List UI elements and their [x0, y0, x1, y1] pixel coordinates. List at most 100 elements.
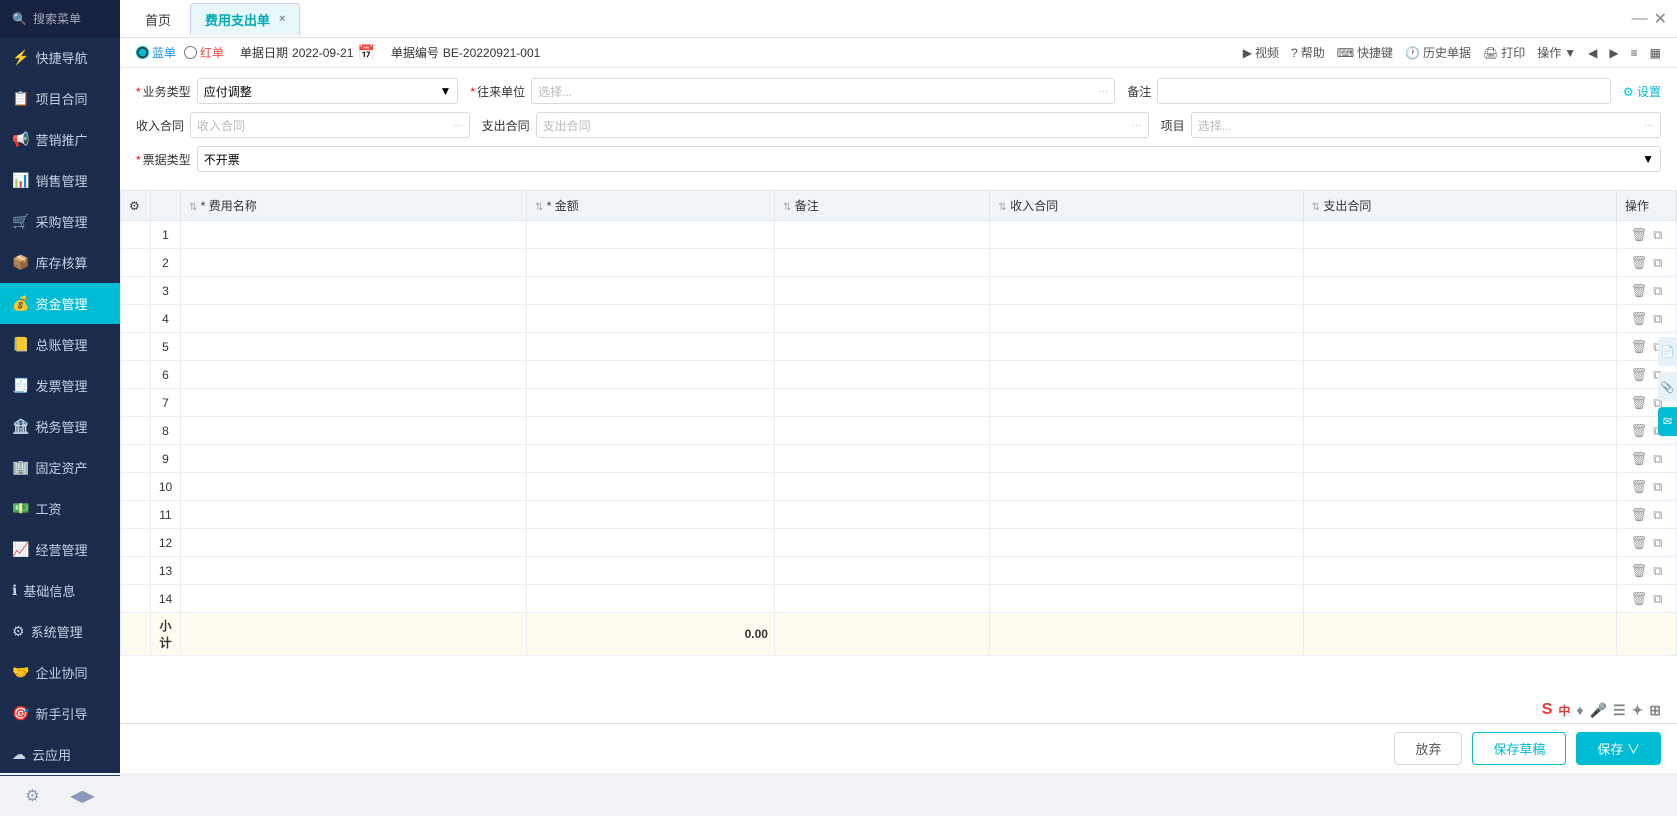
row-expense-contract[interactable]	[1303, 249, 1616, 277]
row-note[interactable]	[774, 277, 989, 305]
copy-icon[interactable]: ⧉	[1653, 535, 1662, 551]
row-amount[interactable]	[526, 389, 774, 417]
copy-icon[interactable]: ⧉	[1653, 311, 1662, 327]
row-expense-name[interactable]	[181, 221, 527, 249]
row-expense-contract[interactable]	[1303, 277, 1616, 305]
expense-sort-icon[interactable]: ⇅	[1312, 202, 1320, 213]
delete-icon[interactable]: 🗑	[1631, 479, 1648, 495]
copy-icon[interactable]: ⧉	[1653, 451, 1662, 467]
row-expense-name[interactable]	[181, 445, 527, 473]
row-expense-contract[interactable]	[1303, 473, 1616, 501]
grid-view-icon[interactable]: ▦	[1650, 46, 1661, 60]
right-tab-1[interactable]: 📄	[1658, 337, 1677, 366]
row-income-contract[interactable]	[990, 305, 1303, 333]
delete-icon[interactable]: 🗑	[1631, 255, 1648, 271]
row-note[interactable]	[774, 361, 989, 389]
delete-icon[interactable]: 🗑	[1631, 591, 1648, 607]
amount-sort-icon[interactable]: ⇅	[535, 202, 543, 213]
row-income-contract[interactable]	[990, 277, 1303, 305]
row-note[interactable]	[774, 305, 989, 333]
row-amount[interactable]	[526, 529, 774, 557]
operate-btn[interactable]: 操作 ▼	[1537, 44, 1576, 61]
delete-icon[interactable]: 🗑	[1631, 395, 1648, 411]
row-note[interactable]	[774, 501, 989, 529]
partner-select[interactable]: 选择... ···	[531, 78, 1115, 104]
sidebar-item-system[interactable]: ⚙ 系统管理	[0, 611, 120, 652]
right-tab-2[interactable]: 📎	[1658, 372, 1677, 401]
row-income-contract[interactable]	[990, 333, 1303, 361]
row-expense-contract[interactable]	[1303, 445, 1616, 473]
row-income-contract[interactable]	[990, 501, 1303, 529]
sidebar-item-fixed-assets[interactable]: 🏢 固定资产	[0, 447, 120, 488]
sidebar-item-tax[interactable]: 🏦 税务管理	[0, 406, 120, 447]
window-close-icon[interactable]: ✕	[1654, 9, 1667, 29]
row-expense-name[interactable]	[181, 333, 527, 361]
discard-button[interactable]: 放弃	[1394, 732, 1462, 765]
row-expense-contract[interactable]	[1303, 557, 1616, 585]
sidebar-item-cloud[interactable]: ☁ 云应用	[0, 734, 120, 775]
row-expense-name[interactable]	[181, 473, 527, 501]
row-amount[interactable]	[526, 501, 774, 529]
row-note[interactable]	[774, 445, 989, 473]
row-amount[interactable]	[526, 445, 774, 473]
copy-icon[interactable]: ⧉	[1653, 507, 1662, 523]
copy-icon[interactable]: ⧉	[1653, 227, 1662, 243]
sidebar-item-ledger[interactable]: 📒 总账管理	[0, 324, 120, 365]
row-amount[interactable]	[526, 557, 774, 585]
sidebar-item-enterprise[interactable]: 🤝 企业协同	[0, 652, 120, 693]
sidebar-item-invoice[interactable]: 🧾 发票管理	[0, 365, 120, 406]
delete-icon[interactable]: 🗑	[1631, 535, 1648, 551]
delete-icon[interactable]: 🗑	[1631, 423, 1648, 439]
sidebar-item-capital[interactable]: 💰 资金管理	[0, 283, 120, 324]
delete-icon[interactable]: 🗑	[1631, 283, 1648, 299]
brand-icon1[interactable]: ♦	[1576, 702, 1583, 718]
delete-icon[interactable]: 🗑	[1631, 339, 1648, 355]
row-expense-contract[interactable]	[1303, 333, 1616, 361]
history-btn[interactable]: 🕐 历史单据	[1405, 44, 1471, 61]
tab-home[interactable]: 首页	[130, 3, 186, 35]
row-income-contract[interactable]	[990, 557, 1303, 585]
row-expense-name[interactable]	[181, 277, 527, 305]
partner-ellipsis-icon[interactable]: ···	[1098, 86, 1108, 97]
copy-icon[interactable]: ⧉	[1653, 255, 1662, 271]
delete-icon[interactable]: 🗑	[1631, 507, 1648, 523]
row-note[interactable]	[774, 417, 989, 445]
biz-type-select[interactable]: 应付调整 ▼	[197, 78, 459, 104]
sidebar-search[interactable]: 🔍 搜索菜单	[0, 0, 120, 37]
sidebar-item-quick-nav[interactable]: ⚡ 快捷导航	[0, 37, 120, 78]
delete-icon[interactable]: 🗑	[1631, 311, 1648, 327]
row-note[interactable]	[774, 249, 989, 277]
brand-icon3[interactable]: ☰	[1613, 702, 1626, 719]
brand-icon4[interactable]: ✦	[1632, 702, 1644, 719]
video-btn[interactable]: ▶ 视频	[1243, 44, 1279, 61]
expense-contract-select[interactable]: 支出合同 ···	[536, 112, 1149, 138]
row-note[interactable]	[774, 333, 989, 361]
help-btn[interactable]: ? 帮助	[1291, 44, 1325, 61]
sidebar-item-guide[interactable]: 🎯 新手引导	[0, 693, 120, 734]
row-amount[interactable]	[526, 305, 774, 333]
row-note[interactable]	[774, 389, 989, 417]
row-expense-name[interactable]	[181, 389, 527, 417]
row-expense-name[interactable]	[181, 361, 527, 389]
row-expense-name[interactable]	[181, 529, 527, 557]
brand-icon5[interactable]: ⊞	[1649, 702, 1661, 719]
sidebar-item-inventory[interactable]: 📦 库存核算	[0, 242, 120, 283]
delete-icon[interactable]: 🗑	[1631, 451, 1648, 467]
row-expense-name[interactable]	[181, 417, 527, 445]
row-amount[interactable]	[526, 221, 774, 249]
note-sort-icon[interactable]: ⇅	[783, 202, 791, 213]
settings-icon[interactable]: ⚙	[25, 786, 39, 806]
row-amount[interactable]	[526, 585, 774, 613]
row-expense-name[interactable]	[181, 249, 527, 277]
print-btn[interactable]: 🖨 打印	[1483, 44, 1525, 61]
calendar-icon[interactable]: 📅	[357, 44, 374, 61]
row-expense-contract[interactable]	[1303, 585, 1616, 613]
sort-up-icon[interactable]: ⇅	[189, 202, 197, 213]
window-minimize-icon[interactable]: —	[1632, 10, 1648, 28]
sidebar-item-marketing[interactable]: 📢 营销推广	[0, 119, 120, 160]
sidebar-item-project-contract[interactable]: 📋 项目合同	[0, 78, 120, 119]
copy-icon[interactable]: ⧉	[1653, 563, 1662, 579]
row-expense-contract[interactable]	[1303, 417, 1616, 445]
copy-icon[interactable]: ⧉	[1653, 479, 1662, 495]
sidebar-item-purchase[interactable]: 🛒 采购管理	[0, 201, 120, 242]
